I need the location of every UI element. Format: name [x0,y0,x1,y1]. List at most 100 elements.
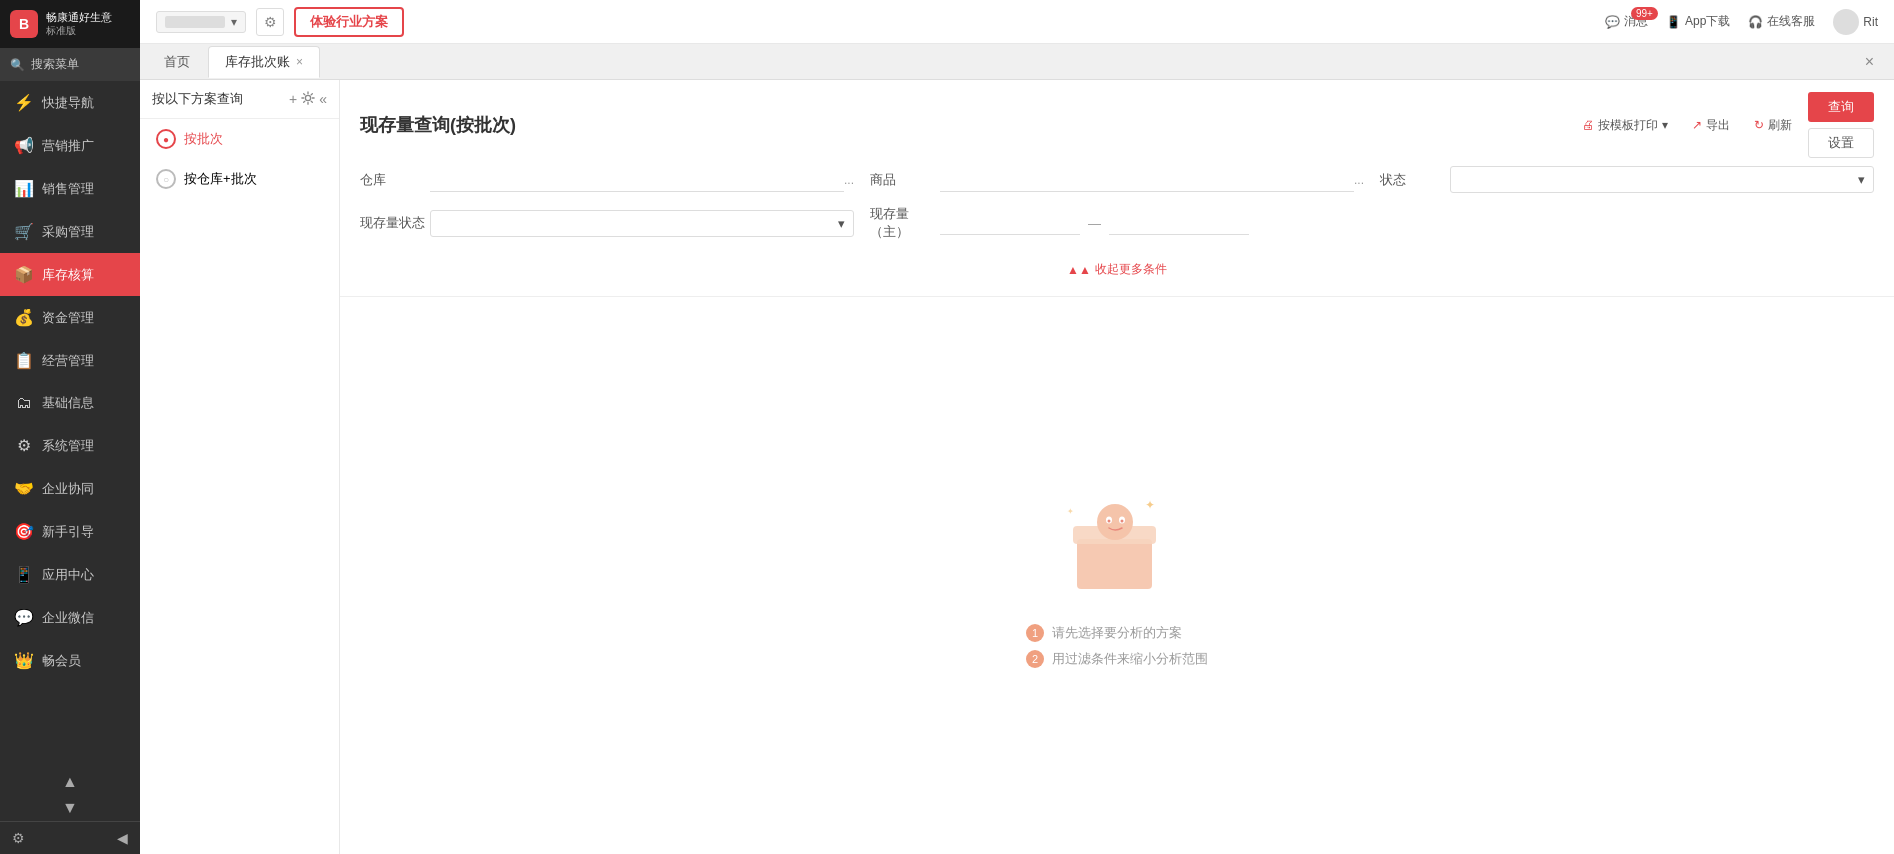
sidebar-item-member[interactable]: 👑 畅会员 [0,639,140,682]
export-label: 导出 [1706,117,1730,134]
message-badge: 99+ [1631,7,1658,20]
stock-qty-filter-group: 现存量（主） — [870,205,1364,241]
edition-label: 标准版 [46,24,112,38]
headset-icon: 🎧 [1748,15,1763,29]
scheme-item-batch[interactable]: ● 按批次 [140,119,339,159]
marketing-icon: 📢 [14,136,34,155]
sidebar-nav: ⚡ 快捷导航 📢 营销推广 📊 销售管理 🛒 采购管理 📦 库存核算 💰 资金管… [0,81,140,769]
scheme-label: 按仓库+批次 [184,170,257,188]
export-btn[interactable]: ↗ 导出 [1684,113,1738,138]
query-btn[interactable]: 查询 [1808,92,1874,122]
business-icon: 📋 [14,351,34,370]
tab-close-icon[interactable]: × [296,55,303,69]
nav-label: 库存核算 [42,266,94,284]
sidebar-item-wechat[interactable]: 💬 企业微信 [0,596,140,639]
sidebar-item-sales[interactable]: 📊 销售管理 [0,167,140,210]
warehouse-more-btn[interactable]: ... [844,173,854,187]
product-more-btn[interactable]: ... [1354,173,1364,187]
hint-text-2: 用过滤条件来缩小分析范围 [1052,650,1208,668]
scheme-inactive-icon: ○ [156,169,176,189]
nav-label: 基础信息 [42,394,94,412]
stock-qty-to-input[interactable] [1109,211,1249,235]
nav-label: 销售管理 [42,180,94,198]
nav-label: 新手引导 [42,523,94,541]
sidebar-item-finance[interactable]: 💰 资金管理 [0,296,140,339]
sidebar-settings-btn[interactable]: ⚙ [12,830,25,846]
sidebar-header: B 畅康通好生意 标准版 [0,0,140,48]
enterprise-icon: 🤝 [14,479,34,498]
stock-status-label: 现存量状态 [360,214,430,232]
warehouse-input[interactable] [430,168,844,192]
product-input[interactable] [940,168,1354,192]
settings-btn[interactable]: 设置 [1808,128,1874,158]
nav-label: 快捷导航 [42,94,94,112]
experience-btn[interactable]: 体验行业方案 [294,7,404,37]
stock-status-select[interactable]: ▾ [430,210,854,237]
tab-inventory-batch[interactable]: 库存批次账 × [208,46,320,78]
stock-status-filter-group: 现存量状态 ▾ [360,210,854,237]
company-name: 畅康通好生意 [46,10,112,24]
empty-hint-2: 2 用过滤条件来缩小分析范围 [1026,650,1208,668]
sidebar-item-apps[interactable]: 📱 应用中心 [0,553,140,596]
scheme-settings-btn[interactable] [301,91,315,108]
warehouse-filter-group: 仓库 ... [360,168,854,192]
svg-point-3 [1097,504,1133,540]
status-label: 状态 [1380,171,1450,189]
status-select[interactable]: ▾ [1450,166,1874,193]
sidebar-search[interactable]: 🔍 搜索菜单 [0,48,140,81]
topbar-gear-button[interactable]: ⚙ [256,8,284,36]
system-icon: ⚙ [14,436,34,455]
collapse-panel-btn[interactable]: « [319,91,327,108]
message-btn[interactable]: 💬 消息 99+ [1605,13,1648,30]
sidebar-scroll-up[interactable]: ▲ [0,769,140,795]
member-icon: 👑 [14,651,34,670]
page-title: 现存量查询(按批次) [360,113,516,137]
nav-label: 营销推广 [42,137,94,155]
filter-collapse-btn[interactable]: ▲▲ 收起更多条件 [360,253,1874,286]
print-btn[interactable]: 🖨 按模板打印 ▾ [1574,113,1676,138]
dropdown-text [165,16,225,28]
empty-state: ✦ ✦ 1 请先选择要分析的方案 2 用过滤条件来缩小分析范围 [340,297,1894,854]
add-scheme-btn[interactable]: + [289,91,297,108]
app-download-btn[interactable]: 📱 App下载 [1666,13,1730,30]
user-name: Rit [1863,15,1878,29]
newbie-icon: 🎯 [14,522,34,541]
close-panel-btn[interactable]: × [1853,53,1886,71]
stock-status-chevron-icon: ▾ [838,216,845,231]
topbar-dropdown[interactable]: ▾ [156,11,246,33]
topbar: ▾ ⚙ 体验行业方案 💬 消息 99+ 📱 App下载 🎧 在线客服 [140,0,1894,44]
sidebar-item-quick-nav[interactable]: ⚡ 快捷导航 [0,81,140,124]
sidebar-item-basic[interactable]: 🗂 基础信息 [0,382,140,424]
stock-qty-from-input[interactable] [940,211,1080,235]
page-header-actions: 🖨 按模板打印 ▾ ↗ 导出 ↻ 刷新 查询 设置 [1574,92,1874,158]
filter-row-1: 仓库 ... 商品 ... 状态 ▾ [360,166,1874,193]
search-label: 搜索菜单 [31,56,79,73]
filter-area: 仓库 ... 商品 ... 状态 ▾ [340,166,1894,297]
sidebar-item-purchase[interactable]: 🛒 采购管理 [0,210,140,253]
scheme-item-warehouse-batch[interactable]: ○ 按仓库+批次 [140,159,339,199]
hint-num-2: 2 [1026,650,1044,668]
sidebar-item-business[interactable]: 📋 经营管理 [0,339,140,382]
sidebar-collapse-btn[interactable]: ◀ [117,830,128,846]
refresh-btn[interactable]: ↻ 刷新 [1746,113,1800,138]
print-dropdown-icon: ▾ [1662,118,1668,132]
nav-label: 应用中心 [42,566,94,584]
hint-text-1: 请先选择要分析的方案 [1052,624,1182,642]
online-service-btn[interactable]: 🎧 在线客服 [1748,13,1815,30]
app-download-label: App下载 [1685,13,1730,30]
svg-text:✦: ✦ [1145,498,1155,512]
left-panel-header: 按以下方案查询 + « [140,80,339,119]
nav-label: 系统管理 [42,437,94,455]
sidebar-item-inventory[interactable]: 📦 库存核算 [0,253,140,296]
content-area: 按以下方案查询 + « ● 按批次 ○ 按仓库+ [140,80,1894,854]
sidebar-item-enterprise[interactable]: 🤝 企业协同 [0,467,140,510]
sidebar-item-newbie[interactable]: 🎯 新手引导 [0,510,140,553]
gear-icon: ⚙ [264,14,277,30]
user-profile-btn[interactable]: Rit [1833,9,1878,35]
sidebar-item-system[interactable]: ⚙ 系统管理 [0,424,140,467]
sidebar-scroll-down[interactable]: ▼ [0,795,140,821]
empty-hints: 1 请先选择要分析的方案 2 用过滤条件来缩小分析范围 [1026,624,1208,668]
svg-rect-1 [1077,539,1152,589]
tab-home[interactable]: 首页 [148,47,206,77]
sidebar-item-marketing[interactable]: 📢 营销推广 [0,124,140,167]
